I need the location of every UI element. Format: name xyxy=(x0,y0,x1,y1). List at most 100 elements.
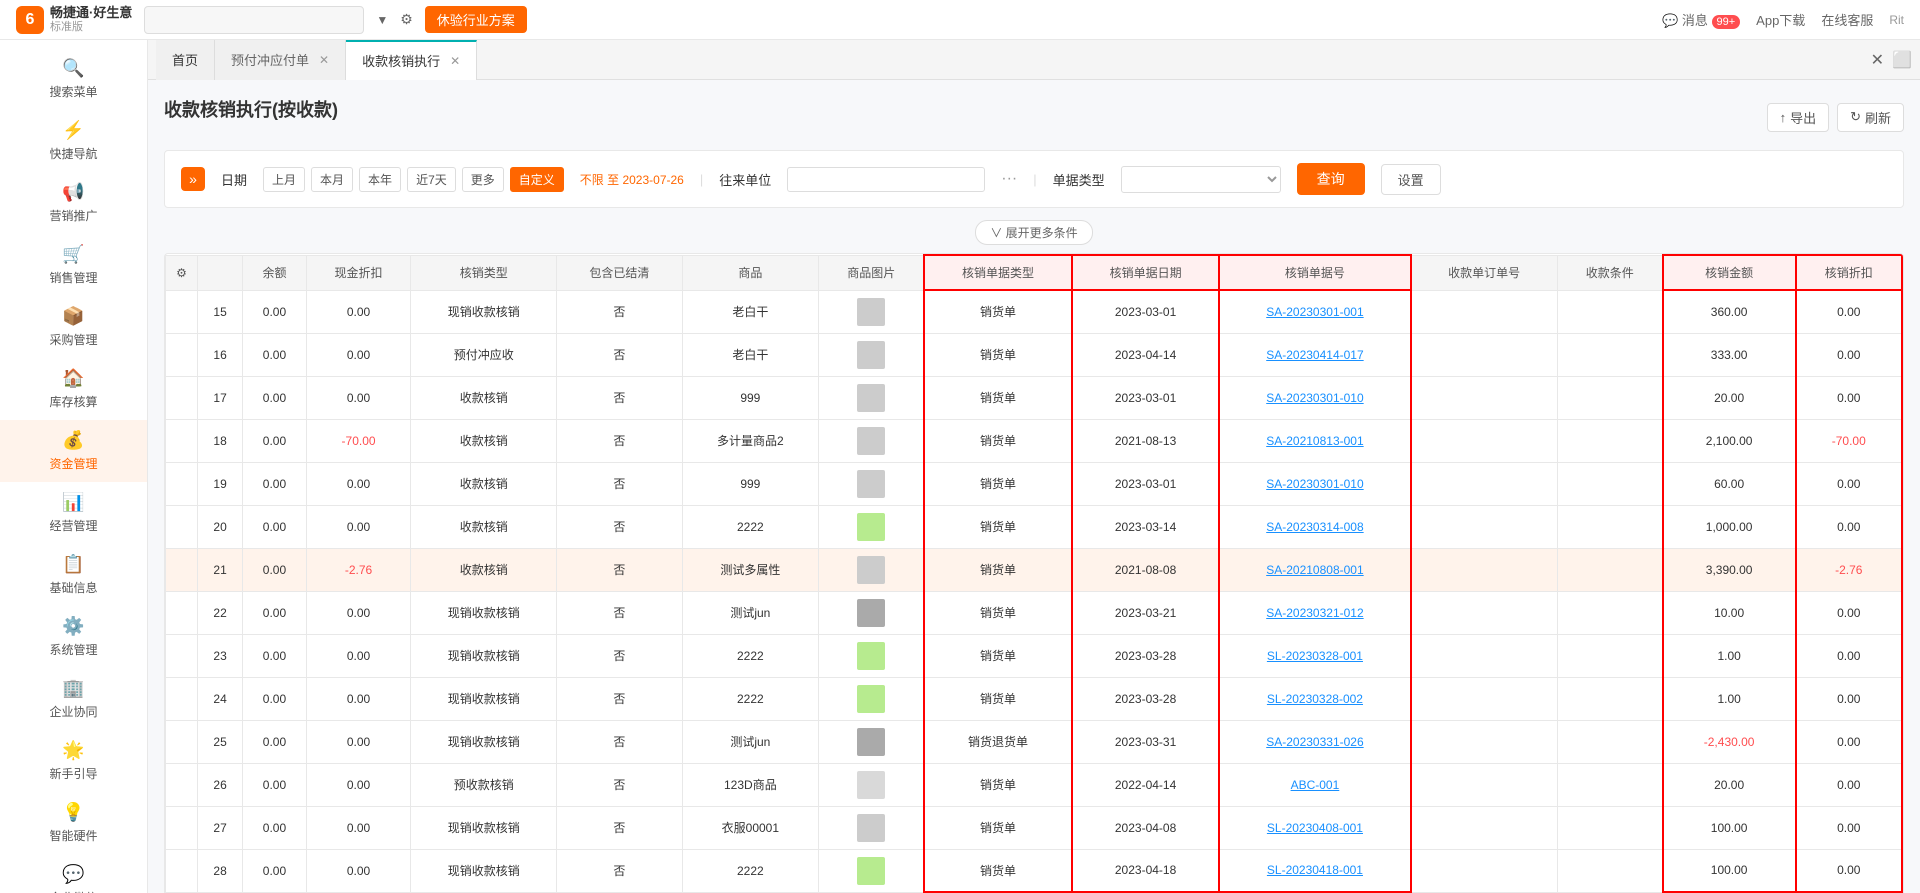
sidebar-item-smarthw[interactable]: 💡 智能硬件 xyxy=(0,792,147,854)
table-cell xyxy=(1557,419,1663,462)
window-maximize-icon[interactable]: ⬜ xyxy=(1892,50,1912,70)
online-service-link[interactable]: 在线客服 xyxy=(1821,10,1873,29)
table-cell: 销货单 xyxy=(924,333,1072,376)
query-button[interactable]: 查询 xyxy=(1297,163,1365,195)
table-cell[interactable]: SA-20230301-010 xyxy=(1219,376,1410,419)
tab-prepay-close[interactable]: ✕ xyxy=(319,53,329,67)
table-cell: 0.00 xyxy=(243,634,307,677)
table-cell: 现销收款核销 xyxy=(411,290,557,333)
table-cell: 100.00 xyxy=(1663,849,1796,892)
search-input[interactable] xyxy=(144,6,364,34)
table-cell[interactable]: SA-20230301-001 xyxy=(1219,290,1410,333)
table-row: 200.000.00收款核销否2222销货单2023-03-14SA-20230… xyxy=(166,505,1903,548)
table-cell: 0.00 xyxy=(1796,462,1902,505)
table-cell: 1.00 xyxy=(1663,677,1796,720)
sidebar-item-system[interactable]: ⚙️ 系统管理 xyxy=(0,606,147,668)
col-settled: 包含已结清 xyxy=(557,255,682,290)
table-cell: 否 xyxy=(557,419,682,462)
date-range-text: 不限 至 2023-07-26 xyxy=(580,171,684,188)
tab-collection-close[interactable]: ✕ xyxy=(450,54,460,68)
date-btn-custom[interactable]: 自定义 xyxy=(510,167,564,192)
table-cell: 否 xyxy=(557,548,682,591)
table-row: 240.000.00现销收款核销否2222销货单2023-03-28SL-202… xyxy=(166,677,1903,720)
date-btn-this-month[interactable]: 本月 xyxy=(311,167,353,192)
table-cell: 0.00 xyxy=(1796,333,1902,376)
table-cell: 0.00 xyxy=(1796,290,1902,333)
sidebar-item-sales[interactable]: 🛒 销售管理 xyxy=(0,234,147,296)
table-cell xyxy=(166,548,198,591)
goods-image xyxy=(857,771,885,799)
table-cell[interactable]: SA-20210808-001 xyxy=(1219,548,1410,591)
table-cell xyxy=(819,419,925,462)
col-receipt-order-no: 收款单订单号 xyxy=(1411,255,1558,290)
sidebar-item-corp[interactable]: 🏢 企业协同 xyxy=(0,668,147,730)
wechat-icon: 💬 xyxy=(62,864,84,885)
table-cell[interactable]: SA-20230314-008 xyxy=(1219,505,1410,548)
table-cell[interactable]: SA-20230331-026 xyxy=(1219,720,1410,763)
sidebar-item-quicknav[interactable]: ⚡ 快捷导航 xyxy=(0,110,147,172)
table-cell: 0.00 xyxy=(306,720,411,763)
table-cell xyxy=(166,720,198,763)
table-cell: 27 xyxy=(198,806,243,849)
sidebar-item-capital[interactable]: 💰 资金管理 xyxy=(0,420,147,482)
table-cell[interactable]: SA-20230301-010 xyxy=(1219,462,1410,505)
table-cell: 0.00 xyxy=(1796,720,1902,763)
table-cell[interactable]: SA-20230321-012 xyxy=(1219,591,1410,634)
dropdown-icon[interactable]: ▼ xyxy=(376,13,388,27)
industry-btn[interactable]: 休验行业方案 xyxy=(425,6,527,33)
table-cell xyxy=(1411,806,1558,849)
sidebar-item-operations[interactable]: 📊 经营管理 xyxy=(0,482,147,544)
sidebar-item-purchase[interactable]: 📦 采购管理 xyxy=(0,296,147,358)
table-cell xyxy=(166,849,198,892)
table-row: 250.000.00现销收款核销否测试jun销货退货单2023-03-31SA-… xyxy=(166,720,1903,763)
date-btn-last-month[interactable]: 上月 xyxy=(263,167,305,192)
table-cell xyxy=(1411,634,1558,677)
table-cell[interactable]: SL-20230328-002 xyxy=(1219,677,1410,720)
tab-prepay[interactable]: 预付冲应付单 ✕ xyxy=(215,40,346,80)
goods-image xyxy=(857,470,885,498)
settings-button[interactable]: 设置 xyxy=(1381,164,1441,195)
window-close-icon[interactable]: ✕ xyxy=(1871,50,1884,70)
table-cell: 999 xyxy=(682,376,819,419)
sidebar-item-guide[interactable]: 🌟 新手引导 xyxy=(0,730,147,792)
partner-input[interactable] xyxy=(787,167,985,192)
filter-bar: » 日期 上月 本月 本年 近7天 更多 自定义 不限 至 2023-07-26… xyxy=(164,150,1904,208)
settings-gear-icon[interactable]: ⚙ xyxy=(400,11,413,28)
filter-toggle-btn[interactable]: » xyxy=(181,167,205,191)
table-cell[interactable]: SL-20230328-001 xyxy=(1219,634,1410,677)
table-cell[interactable]: SL-20230418-001 xyxy=(1219,849,1410,892)
table-cell xyxy=(819,849,925,892)
table-cell[interactable]: SA-20210813-001 xyxy=(1219,419,1410,462)
refresh-button[interactable]: ↻ 刷新 xyxy=(1837,103,1904,132)
sidebar-item-basic[interactable]: 📋 基础信息 xyxy=(0,544,147,606)
sidebar-item-search[interactable]: 🔍 搜索菜单 xyxy=(0,48,147,110)
page-body: 收款核销执行(按收款) ↑ 导出 ↻ 刷新 » 日期 xyxy=(148,80,1920,893)
table-cell[interactable]: ABC-001 xyxy=(1219,763,1410,806)
table-cell: 0.00 xyxy=(1796,677,1902,720)
tab-home[interactable]: 首页 xyxy=(156,40,215,80)
table-cell: -2.76 xyxy=(306,548,411,591)
voucher-type-select[interactable] xyxy=(1121,166,1281,193)
date-btn-7days[interactable]: 近7天 xyxy=(407,167,456,192)
table-cell: 否 xyxy=(557,376,682,419)
more-filter-icon[interactable]: ··· xyxy=(1001,170,1017,188)
date-btn-this-year[interactable]: 本年 xyxy=(359,167,401,192)
export-button[interactable]: ↑ 导出 xyxy=(1767,103,1830,132)
goods-image xyxy=(857,384,885,412)
tab-prepay-label: 预付冲应付单 xyxy=(231,50,309,69)
sidebar-label-search: 搜索菜单 xyxy=(49,83,97,100)
message-area[interactable]: 💬 消息 99+ xyxy=(1662,10,1740,29)
table-cell xyxy=(819,290,925,333)
sidebar-item-marketing[interactable]: 📢 营销推广 xyxy=(0,172,147,234)
expand-conditions-btn[interactable]: ∨ 展开更多条件 xyxy=(975,220,1092,245)
table-cell: 0.00 xyxy=(243,333,307,376)
table-cell: 10.00 xyxy=(1663,591,1796,634)
app-download-link[interactable]: App下载 xyxy=(1756,10,1805,29)
tab-collection[interactable]: 收款核销执行 ✕ xyxy=(346,40,477,80)
table-cell[interactable]: SA-20230414-017 xyxy=(1219,333,1410,376)
table-cell[interactable]: SL-20230408-001 xyxy=(1219,806,1410,849)
date-btn-more[interactable]: 更多 xyxy=(462,167,504,192)
sidebar-item-inventory[interactable]: 🏠 库存核算 xyxy=(0,358,147,420)
purchase-icon: 📦 xyxy=(62,306,84,327)
sidebar-item-wechat[interactable]: 💬 企业微信 xyxy=(0,854,147,893)
